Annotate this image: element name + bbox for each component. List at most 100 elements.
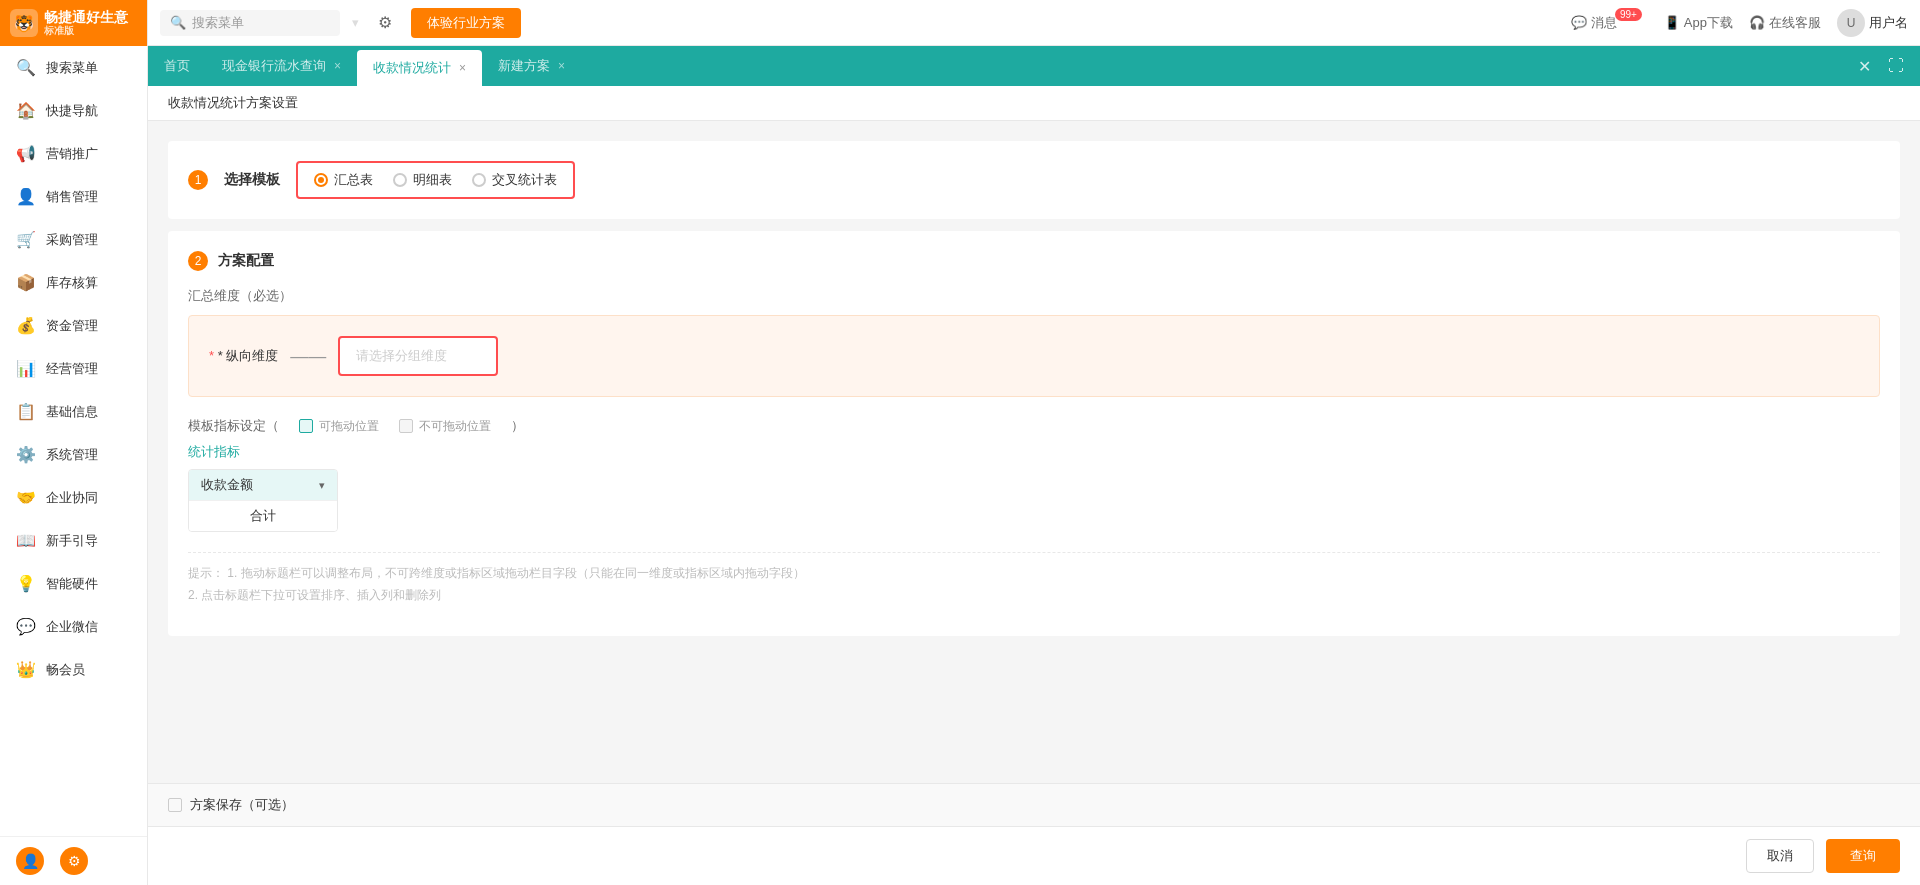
sidebar-item-8[interactable]: 📋 基础信息 <box>0 390 147 433</box>
step1-badge: 1 <box>188 170 208 190</box>
topbar-divider: ▾ <box>352 15 359 30</box>
logo: 🐯 畅捷通好生意 标准版 <box>0 0 147 46</box>
tab-payment-stats-close[interactable]: × <box>459 61 466 75</box>
metrics-table-row: 合计 <box>189 500 337 531</box>
metrics-table-header[interactable]: 收款金额 ▾ <box>189 470 337 500</box>
step2-label: 方案配置 <box>218 252 274 270</box>
sidebar-icon-8: 📋 <box>16 402 36 421</box>
radio-summary[interactable]: 汇总表 <box>314 171 373 189</box>
sidebar-item-12[interactable]: 💡 智能硬件 <box>0 562 147 605</box>
sidebar-icon-6: 💰 <box>16 316 36 335</box>
close-tab-button[interactable]: ✕ <box>1852 54 1876 78</box>
sidebar-item-3[interactable]: 👤 销售管理 <box>0 175 147 218</box>
sidebar-item-11[interactable]: 📖 新手引导 <box>0 519 147 562</box>
support-button[interactable]: 🎧 在线客服 <box>1749 14 1821 32</box>
sidebar-bottom-icon1[interactable]: 👤 <box>16 847 44 875</box>
step2-header: 2 方案配置 <box>188 251 1880 271</box>
trial-button[interactable]: 体验行业方案 <box>411 8 521 38</box>
sidebar-item-5[interactable]: 📦 库存核算 <box>0 261 147 304</box>
app-name: 畅捷通好生意 <box>44 9 128 26</box>
sidebar-label-9: 系统管理 <box>46 446 98 464</box>
topbar-search[interactable]: 🔍 搜索菜单 <box>160 10 340 36</box>
query-button[interactable]: 查询 <box>1826 839 1900 873</box>
sidebar-item-2[interactable]: 📢 营销推广 <box>0 132 147 175</box>
download-label: App下载 <box>1684 14 1733 32</box>
sidebar-item-6[interactable]: 💰 资金管理 <box>0 304 147 347</box>
sidebar-item-10[interactable]: 🤝 企业协同 <box>0 476 147 519</box>
user-area[interactable]: U 用户名 <box>1837 9 1908 37</box>
tab-new-plan-close[interactable]: × <box>558 59 565 73</box>
settings-icon[interactable]: ⚙ <box>371 9 399 37</box>
sidebar-label-10: 企业协同 <box>46 489 98 507</box>
save-checkbox[interactable] <box>168 798 182 812</box>
notification-badge: 99+ <box>1615 8 1642 21</box>
sidebar-label-8: 基础信息 <box>46 403 98 421</box>
avatar: U <box>1837 9 1865 37</box>
sidebar-nav: 🔍 搜索菜单 🏠 快捷导航 📢 营销推广 👤 销售管理 🛒 采购管理 📦 库存核… <box>0 46 147 836</box>
required-mark: * <box>209 348 214 363</box>
radio-cross-label: 交叉统计表 <box>492 171 557 189</box>
sidebar-bottom-icon2[interactable]: ⚙ <box>60 847 88 875</box>
sidebar-icon-12: 💡 <box>16 574 36 593</box>
cancel-button[interactable]: 取消 <box>1746 839 1814 873</box>
notification-button[interactable]: 💬 消息 99+ <box>1571 14 1648 32</box>
maximize-button[interactable]: ⛶ <box>1884 54 1908 78</box>
message-icon: 💬 <box>1571 15 1587 30</box>
sidebar-item-4[interactable]: 🛒 采购管理 <box>0 218 147 261</box>
sidebar-item-1[interactable]: 🏠 快捷导航 <box>0 89 147 132</box>
sidebar-item-9[interactable]: ⚙️ 系统管理 <box>0 433 147 476</box>
sidebar-label-6: 资金管理 <box>46 317 98 335</box>
sidebar-label-3: 销售管理 <box>46 188 98 206</box>
tab-cash-flow-close[interactable]: × <box>334 59 341 73</box>
sidebar-icon-2: 📢 <box>16 144 36 163</box>
content-area: 收款情况统计方案设置 1 选择模板 汇总表 明细表 <box>148 86 1920 885</box>
radio-dot-cross <box>472 173 486 187</box>
hint1: 提示： 1. 拖动标题栏可以调整布局，不可跨维度或指标区域拖动栏目字段（只能在同… <box>188 563 1880 585</box>
dimension-placeholder: 请选择分组维度 <box>356 347 447 365</box>
sidebar-item-7[interactable]: 📊 经营管理 <box>0 347 147 390</box>
sidebar: 🐯 畅捷通好生意 标准版 🔍 搜索菜单 🏠 快捷导航 📢 营销推广 👤 销售管理… <box>0 0 148 885</box>
tab-cash-flow[interactable]: 现金银行流水查询 × <box>206 46 357 86</box>
hints-section: 提示： 1. 拖动标题栏可以调整布局，不可跨维度或指标区域拖动栏目字段（只能在同… <box>188 552 1880 616</box>
sidebar-item-0[interactable]: 🔍 搜索菜单 <box>0 46 147 89</box>
username: 用户名 <box>1869 14 1908 32</box>
topbar-right: 💬 消息 99+ 📱 App下载 🎧 在线客服 U 用户名 <box>1571 9 1908 37</box>
sidebar-label-7: 经营管理 <box>46 360 98 378</box>
tab-payment-stats[interactable]: 收款情况统计 × <box>357 50 482 86</box>
dimension-select[interactable]: 请选择分组维度 <box>338 336 498 376</box>
radio-dot-summary <box>314 173 328 187</box>
download-button[interactable]: 📱 App下载 <box>1664 14 1733 32</box>
sub-section-title: 汇总维度（必选） <box>188 287 1880 305</box>
search-icon: 🔍 <box>170 15 186 30</box>
sidebar-item-14[interactable]: 👑 畅会员 <box>0 648 147 691</box>
tab-new-plan[interactable]: 新建方案 × <box>482 46 581 86</box>
sidebar-icon-11: 📖 <box>16 531 36 550</box>
footer-section: 方案保存（可选） <box>148 783 1920 826</box>
sidebar-label-0: 搜索菜单 <box>46 59 98 77</box>
dimension-area: * * 纵向维度 —— 请选择分组维度 <box>188 315 1880 397</box>
sidebar-label-1: 快捷导航 <box>46 102 98 120</box>
sidebar-icon-0: 🔍 <box>16 58 36 77</box>
tab-home[interactable]: 首页 <box>148 46 206 86</box>
metrics-table: 收款金额 ▾ 合计 <box>188 469 338 532</box>
sidebar-item-13[interactable]: 💬 企业微信 <box>0 605 147 648</box>
sidebar-icon-1: 🏠 <box>16 101 36 120</box>
step2-section: 2 方案配置 汇总维度（必选） * * 纵向维度 —— 请选择分组维度 <box>168 231 1900 636</box>
logo-icon: 🐯 <box>10 9 38 37</box>
metrics-section: 模板指标设定（ 可拖动位置 不可拖动位置 ） 统计指标 <box>188 417 1880 532</box>
radio-cross[interactable]: 交叉统计表 <box>472 171 557 189</box>
non-draggable-label: 不可拖动位置 <box>419 418 491 435</box>
dimension-label: * * 纵向维度 <box>209 347 278 365</box>
tabbar: 首页 现金银行流水查询 × 收款情况统计 × 新建方案 × ✕ ⛶ <box>148 46 1920 86</box>
tab-cash-flow-label: 现金银行流水查询 <box>222 57 326 75</box>
tabbar-actions: ✕ ⛶ <box>1840 46 1920 86</box>
tab-payment-stats-label: 收款情况统计 <box>373 59 451 77</box>
notification-label: 消息 <box>1591 14 1617 32</box>
sidebar-icon-14: 👑 <box>16 660 36 679</box>
dropdown-arrow-icon: ▾ <box>319 479 325 492</box>
step1-row: 1 选择模板 汇总表 明细表 交叉统计表 <box>188 161 1880 199</box>
non-draggable-indicator: 不可拖动位置 <box>399 418 491 435</box>
radio-detail[interactable]: 明细表 <box>393 171 452 189</box>
sidebar-bottom: 👤 ⚙ <box>0 836 147 885</box>
radio-detail-label: 明细表 <box>413 171 452 189</box>
